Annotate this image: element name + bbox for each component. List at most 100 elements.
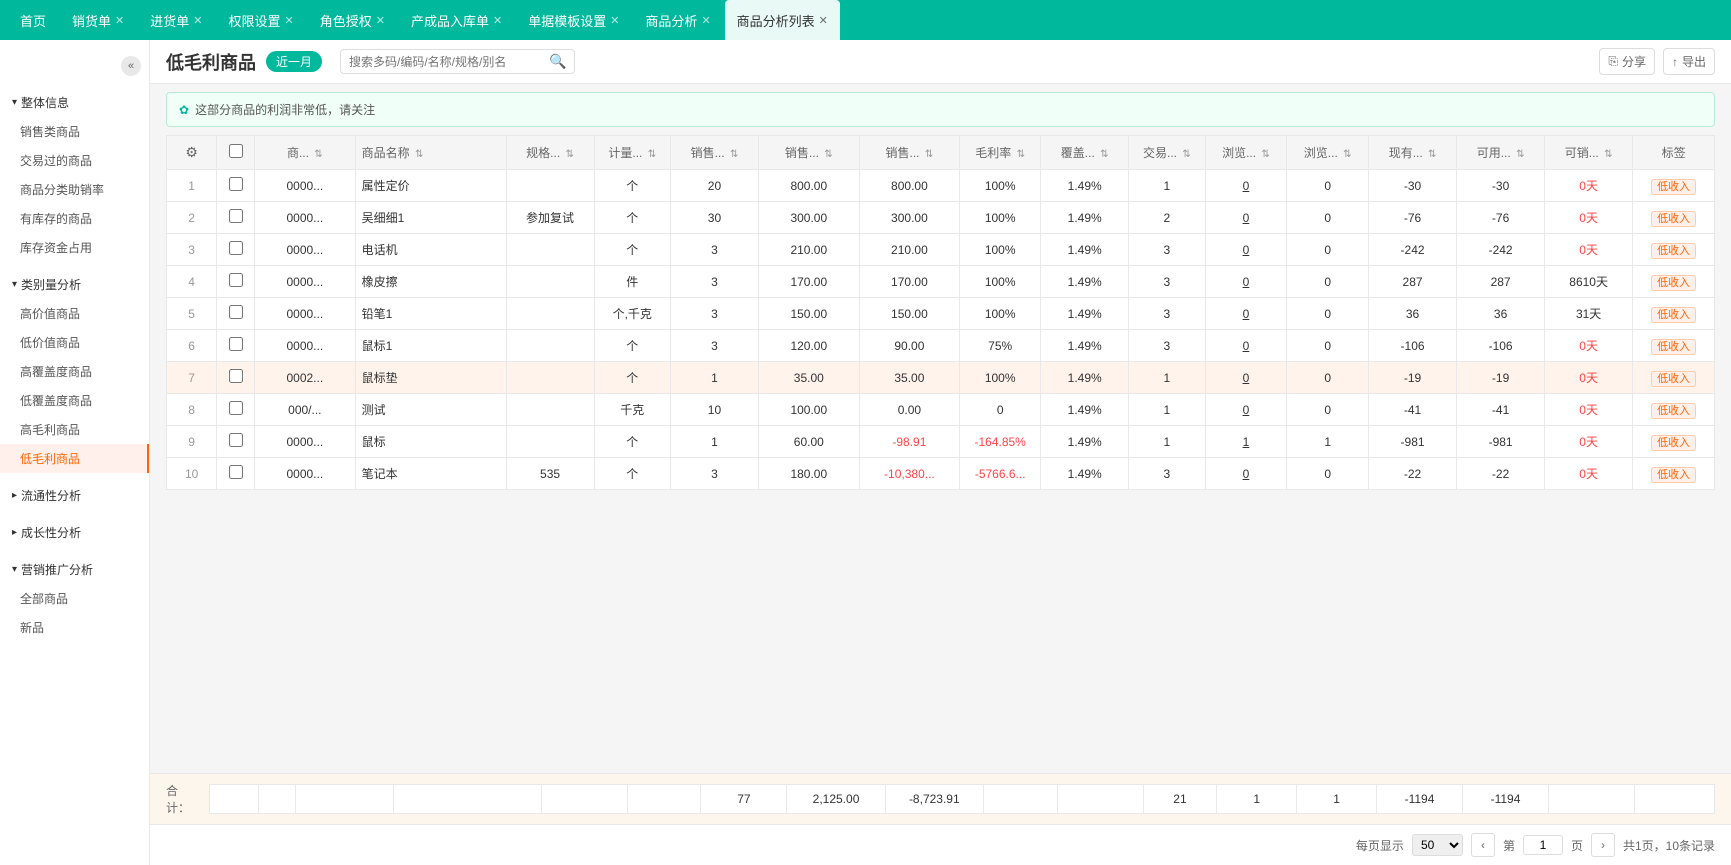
page-input[interactable] xyxy=(1523,835,1563,855)
col-header-view2[interactable]: 浏览... ⇅ xyxy=(1287,136,1369,170)
row-checkbox-cell[interactable] xyxy=(217,330,255,362)
col-header-checkbox[interactable] xyxy=(217,136,255,170)
row-checkbox[interactable] xyxy=(229,241,243,255)
nav-close-roles[interactable]: ✕ xyxy=(376,14,385,27)
sidebar-item-all-goods[interactable]: 全部商品 xyxy=(0,584,149,613)
col-header-sale-days[interactable]: 可销... ⇅ xyxy=(1545,136,1633,170)
settings-icon[interactable]: ⚙ xyxy=(185,144,198,160)
prev-page-button[interactable]: ‹ xyxy=(1471,833,1495,857)
nav-analysis-list[interactable]: 商品分析列表 ✕ xyxy=(725,0,840,40)
nav-analysis[interactable]: 商品分析 ✕ xyxy=(633,0,722,40)
row-checkbox[interactable] xyxy=(229,177,243,191)
row-cover-val: 3 xyxy=(1129,458,1205,490)
col-header-stock[interactable]: 现有... ⇅ xyxy=(1369,136,1457,170)
share-button[interactable]: ⎘ 分享 xyxy=(1599,48,1655,75)
trade-link[interactable]: 0 xyxy=(1243,243,1250,257)
col-header-coverage[interactable]: 覆盖... ⇅ xyxy=(1041,136,1129,170)
sidebar-item-low-profit[interactable]: 低毛利商品 xyxy=(0,444,149,473)
sidebar-group-growth[interactable]: ▸ 成长性分析 xyxy=(0,518,149,547)
sidebar-item-sales-goods[interactable]: 销售类商品 xyxy=(0,117,149,146)
row-checkbox[interactable] xyxy=(229,401,243,415)
row-checkbox[interactable] xyxy=(229,369,243,383)
sidebar-item-low-value[interactable]: 低价值商品 xyxy=(0,328,149,357)
search-input[interactable] xyxy=(349,55,549,69)
nav-purchase[interactable]: 进货单 ✕ xyxy=(138,0,214,40)
row-checkbox[interactable] xyxy=(229,465,243,479)
col-header-trade[interactable]: 交易... ⇅ xyxy=(1129,136,1205,170)
sidebar-item-low-coverage[interactable]: 低覆盖度商品 xyxy=(0,386,149,415)
row-checkbox[interactable] xyxy=(229,337,243,351)
col-header-gear[interactable]: ⚙ xyxy=(167,136,217,170)
notice-icon: ✿ xyxy=(179,103,189,117)
nav-close-analysis[interactable]: ✕ xyxy=(701,14,710,27)
trade-link[interactable]: 0 xyxy=(1243,467,1250,481)
nav-close-production[interactable]: ✕ xyxy=(493,14,502,27)
next-page-button[interactable]: › xyxy=(1591,833,1615,857)
col-header-profit-rate[interactable]: 毛利率 ⇅ xyxy=(960,136,1041,170)
col-header-spec[interactable]: 规格... ⇅ xyxy=(506,136,594,170)
row-checkbox-cell[interactable] xyxy=(217,170,255,202)
trade-link[interactable]: 0 xyxy=(1243,307,1250,321)
sidebar-group-overall[interactable]: ▾ 整体信息 xyxy=(0,88,149,117)
tag-badge: 低收入 xyxy=(1651,403,1696,419)
sidebar-item-high-value[interactable]: 高价值商品 xyxy=(0,299,149,328)
row-checkbox-cell[interactable] xyxy=(217,362,255,394)
per-page-select[interactable]: 50 100 200 xyxy=(1412,834,1463,856)
sidebar-group-flow[interactable]: ▸ 流通性分析 xyxy=(0,481,149,510)
sidebar-item-category-rate[interactable]: 商品分类助销率 xyxy=(0,175,149,204)
trade-link[interactable]: 0 xyxy=(1243,403,1250,417)
row-checkbox[interactable] xyxy=(229,305,243,319)
nav-template[interactable]: 单据模板设置 ✕ xyxy=(516,0,631,40)
nav-close-sales[interactable]: ✕ xyxy=(115,14,124,27)
row-checkbox[interactable] xyxy=(229,209,243,223)
row-checkbox[interactable] xyxy=(229,273,243,287)
row-checkbox[interactable] xyxy=(229,433,243,447)
select-all-checkbox[interactable] xyxy=(229,144,243,158)
search-icon[interactable]: 🔍 xyxy=(549,53,566,70)
trade-link[interactable]: 1 xyxy=(1243,435,1250,449)
row-checkbox-cell[interactable] xyxy=(217,234,255,266)
row-checkbox-cell[interactable] xyxy=(217,202,255,234)
col-header-tag[interactable]: 标签 xyxy=(1633,136,1715,170)
sidebar-item-high-profit[interactable]: 高毛利商品 xyxy=(0,415,149,444)
nav-close-analysis-list[interactable]: ✕ xyxy=(819,14,828,27)
nav-close-template[interactable]: ✕ xyxy=(610,14,619,27)
trade-link[interactable]: 0 xyxy=(1243,371,1250,385)
sidebar-item-traded-goods[interactable]: 交易过的商品 xyxy=(0,146,149,175)
nav-roles[interactable]: 角色授权 ✕ xyxy=(308,0,397,40)
sidebar-item-high-coverage[interactable]: 高覆盖度商品 xyxy=(0,357,149,386)
nav-permissions[interactable]: 权限设置 ✕ xyxy=(216,0,305,40)
trade-link[interactable]: 0 xyxy=(1243,339,1250,353)
row-cover-val: 2 xyxy=(1129,202,1205,234)
sidebar-group-category[interactable]: ▾ 类别量分析 xyxy=(0,270,149,299)
sidebar-group-marketing[interactable]: ▾ 营销推广分析 xyxy=(0,555,149,584)
row-checkbox-cell[interactable] xyxy=(217,458,255,490)
col-header-view1[interactable]: 浏览... ⇅ xyxy=(1205,136,1287,170)
col-header-sale-profit[interactable]: 销售... ⇅ xyxy=(859,136,960,170)
trade-link[interactable]: 0 xyxy=(1243,179,1250,193)
col-header-code[interactable]: 商... ⇅ xyxy=(255,136,356,170)
export-button[interactable]: ↑ 导出 xyxy=(1663,48,1715,75)
sidebar-item-stocked-goods[interactable]: 有库存的商品 xyxy=(0,204,149,233)
footer-sale-profit: -8,723.91 xyxy=(885,785,983,814)
col-header-name[interactable]: 商品名称 ⇅ xyxy=(355,136,506,170)
col-header-sale-price[interactable]: 销售... ⇅ xyxy=(758,136,859,170)
col-header-unit[interactable]: 计量... ⇅ xyxy=(594,136,670,170)
filter-button[interactable]: 近一月 xyxy=(266,51,322,72)
sidebar-item-capital[interactable]: 库存资金占用 xyxy=(0,233,149,262)
sidebar-collapse-btn[interactable]: « xyxy=(121,56,141,76)
nav-close-purchase[interactable]: ✕ xyxy=(193,14,202,27)
nav-home[interactable]: 首页 xyxy=(8,0,58,40)
nav-sales[interactable]: 销货单 ✕ xyxy=(60,0,136,40)
row-checkbox-cell[interactable] xyxy=(217,266,255,298)
sidebar-item-new-goods[interactable]: 新品 xyxy=(0,613,149,642)
col-header-sale-qty[interactable]: 销售... ⇅ xyxy=(670,136,758,170)
row-checkbox-cell[interactable] xyxy=(217,298,255,330)
nav-production[interactable]: 产成品入库单 ✕ xyxy=(399,0,514,40)
trade-link[interactable]: 0 xyxy=(1243,275,1250,289)
row-checkbox-cell[interactable] xyxy=(217,394,255,426)
trade-link[interactable]: 0 xyxy=(1243,211,1250,225)
nav-close-permissions[interactable]: ✕ xyxy=(285,14,294,27)
col-header-avail[interactable]: 可用... ⇅ xyxy=(1457,136,1545,170)
row-checkbox-cell[interactable] xyxy=(217,426,255,458)
